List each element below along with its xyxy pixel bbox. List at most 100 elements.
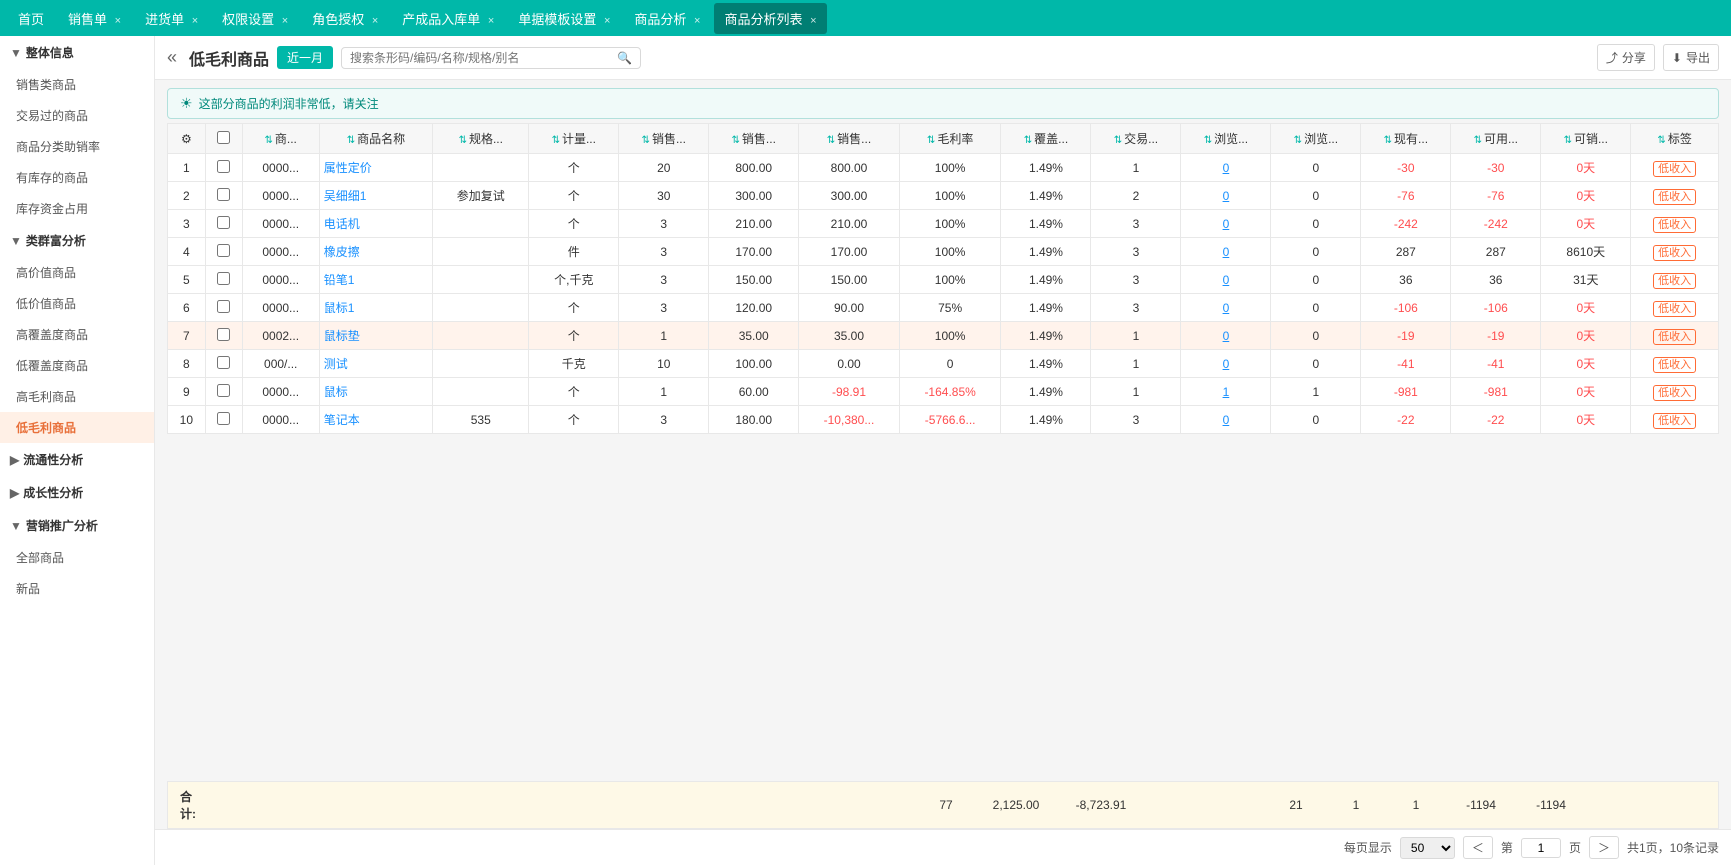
row-name[interactable]: 测试 xyxy=(319,350,433,378)
col-views2[interactable]: ⇅浏览... xyxy=(1271,124,1361,154)
row-checkbox[interactable] xyxy=(205,378,242,406)
col-unit[interactable]: ⇅计量... xyxy=(529,124,619,154)
row-select-checkbox[interactable] xyxy=(217,412,230,425)
col-code[interactable]: ⇅商... xyxy=(242,124,319,154)
col-transaction[interactable]: ⇅交易... xyxy=(1091,124,1181,154)
prev-page-btn[interactable]: ＜ xyxy=(1463,836,1493,859)
row-name[interactable]: 笔记本 xyxy=(319,406,433,434)
sidebar-group-marketing[interactable]: ▼ 营销推广分析 xyxy=(0,509,154,542)
table-container[interactable]: ⚙ ⇅商... ⇅商品名称 ⇅规格... ⇅计量... ⇅销售... ⇅销售..… xyxy=(167,123,1719,781)
export-btn[interactable]: ⬇ 导出 xyxy=(1663,44,1719,71)
sidebar-item-sales-goods[interactable]: 销售类商品 xyxy=(0,69,154,100)
sidebar-item-category-rate[interactable]: 商品分类助销率 xyxy=(0,131,154,162)
nav-permission-close[interactable]: × xyxy=(282,15,288,27)
row-name[interactable]: 电话机 xyxy=(319,210,433,238)
date-filter-btn[interactable]: 近一月 xyxy=(277,46,333,69)
nav-home[interactable]: 首页 xyxy=(8,3,54,34)
row-checkbox[interactable] xyxy=(205,294,242,322)
search-icon[interactable]: 🔍 xyxy=(617,51,632,65)
sidebar-item-low-value[interactable]: 低价值商品 xyxy=(0,288,154,319)
col-tag[interactable]: ⇅标签 xyxy=(1631,124,1719,154)
sidebar-item-new-goods[interactable]: 新品 xyxy=(0,573,154,604)
row-checkbox[interactable] xyxy=(205,238,242,266)
nav-permission[interactable]: 权限设置 × xyxy=(212,3,298,34)
row-checkbox[interactable] xyxy=(205,182,242,210)
sidebar-group-liquidity[interactable]: ▶ 流通性分析 xyxy=(0,443,154,476)
row-select-checkbox[interactable] xyxy=(217,216,230,229)
collapse-sidebar-btn[interactable]: « xyxy=(167,47,177,68)
col-sales-profit[interactable]: ⇅销售... xyxy=(799,124,900,154)
col-gross-margin[interactable]: ⇅毛利率 xyxy=(899,124,1001,154)
row-views1[interactable]: 0 xyxy=(1181,154,1271,182)
col-name[interactable]: ⇅商品名称 xyxy=(319,124,433,154)
row-name[interactable]: 属性定价 xyxy=(319,154,433,182)
row-name[interactable]: 鼠标1 xyxy=(319,294,433,322)
search-input[interactable] xyxy=(350,51,613,65)
nav-product-entry[interactable]: 产成品入库单 × xyxy=(392,3,504,34)
sidebar-group-cluster[interactable]: ▼ 类群富分析 xyxy=(0,224,154,257)
row-views1[interactable]: 0 xyxy=(1181,210,1271,238)
sidebar-item-high-coverage[interactable]: 高覆盖度商品 xyxy=(0,319,154,350)
row-views1[interactable]: 0 xyxy=(1181,266,1271,294)
row-select-checkbox[interactable] xyxy=(217,272,230,285)
nav-template-close[interactable]: × xyxy=(604,15,610,27)
col-views1[interactable]: ⇅浏览... xyxy=(1181,124,1271,154)
row-select-checkbox[interactable] xyxy=(217,160,230,173)
nav-role-close[interactable]: × xyxy=(372,15,378,27)
col-sales-count[interactable]: ⇅销售... xyxy=(619,124,709,154)
sidebar-item-in-stock[interactable]: 有库存的商品 xyxy=(0,162,154,193)
row-name[interactable]: 吴细细1 xyxy=(319,182,433,210)
col-saleable-days[interactable]: ⇅可销... xyxy=(1541,124,1631,154)
row-select-checkbox[interactable] xyxy=(217,188,230,201)
sidebar-item-capital[interactable]: 库存资金占用 xyxy=(0,193,154,224)
row-select-checkbox[interactable] xyxy=(217,356,230,369)
sidebar-group-growth[interactable]: ▶ 成长性分析 xyxy=(0,476,154,509)
nav-purchase[interactable]: 进货单 × xyxy=(135,3,208,34)
col-checkbox[interactable] xyxy=(205,124,242,154)
sidebar-item-high-value[interactable]: 高价值商品 xyxy=(0,257,154,288)
col-sales-amount[interactable]: ⇅销售... xyxy=(709,124,799,154)
share-btn[interactable]: ⤴ 分享 xyxy=(1597,44,1655,71)
nav-goods-analysis-list-close[interactable]: × xyxy=(810,15,816,27)
row-select-checkbox[interactable] xyxy=(217,300,230,313)
next-page-btn[interactable]: ＞ xyxy=(1589,836,1619,859)
row-checkbox[interactable] xyxy=(205,210,242,238)
nav-template[interactable]: 单据模板设置 × xyxy=(508,3,620,34)
row-checkbox[interactable] xyxy=(205,350,242,378)
row-name[interactable]: 鼠标 xyxy=(319,378,433,406)
sidebar-item-low-coverage[interactable]: 低覆盖度商品 xyxy=(0,350,154,381)
row-views1[interactable]: 1 xyxy=(1181,378,1271,406)
page-number-input[interactable] xyxy=(1521,838,1561,858)
select-all-checkbox[interactable] xyxy=(217,131,230,144)
nav-product-entry-close[interactable]: × xyxy=(488,15,494,27)
col-current-stock[interactable]: ⇅现有... xyxy=(1361,124,1451,154)
col-spec[interactable]: ⇅规格... xyxy=(433,124,529,154)
sidebar-item-low-margin[interactable]: 低毛利商品 xyxy=(0,412,154,443)
row-select-checkbox[interactable] xyxy=(217,384,230,397)
nav-role[interactable]: 角色授权 × xyxy=(302,3,388,34)
row-checkbox[interactable] xyxy=(205,406,242,434)
nav-purchase-close[interactable]: × xyxy=(192,15,198,27)
row-name[interactable]: 橡皮擦 xyxy=(319,238,433,266)
col-available-stock[interactable]: ⇅可用... xyxy=(1451,124,1541,154)
nav-sales[interactable]: 销售单 × xyxy=(58,3,131,34)
row-checkbox[interactable] xyxy=(205,322,242,350)
row-views1[interactable]: 0 xyxy=(1181,182,1271,210)
sidebar-item-traded-goods[interactable]: 交易过的商品 xyxy=(0,100,154,131)
row-views1[interactable]: 0 xyxy=(1181,294,1271,322)
row-select-checkbox[interactable] xyxy=(217,244,230,257)
row-views1[interactable]: 0 xyxy=(1181,238,1271,266)
sidebar-item-all-goods[interactable]: 全部商品 xyxy=(0,542,154,573)
row-checkbox[interactable] xyxy=(205,266,242,294)
sidebar-item-high-margin[interactable]: 高毛利商品 xyxy=(0,381,154,412)
nav-goods-analysis[interactable]: 商品分析 × xyxy=(624,3,710,34)
sidebar-group-overall[interactable]: ▼ 整体信息 xyxy=(0,36,154,69)
row-views1[interactable]: 0 xyxy=(1181,350,1271,378)
row-name[interactable]: 铅笔1 xyxy=(319,266,433,294)
row-select-checkbox[interactable] xyxy=(217,328,230,341)
col-settings[interactable]: ⚙ xyxy=(168,124,206,154)
row-name[interactable]: 鼠标垫 xyxy=(319,322,433,350)
row-views1[interactable]: 0 xyxy=(1181,406,1271,434)
nav-goods-analysis-list[interactable]: 商品分析列表 × xyxy=(714,3,826,34)
row-checkbox[interactable] xyxy=(205,154,242,182)
